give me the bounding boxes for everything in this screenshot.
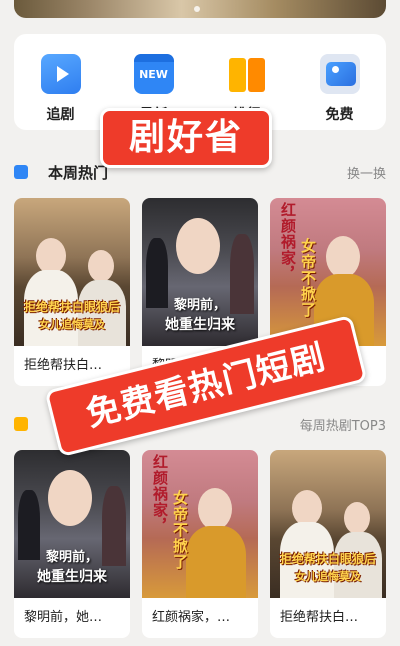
poster-title: 红颜祸家， — [279, 202, 297, 282]
drama-title: 红颜祸家，… — [152, 610, 231, 625]
ranking-icon — [227, 54, 267, 94]
poster-subtitle: 女儿追悔莫及 — [295, 570, 361, 583]
poster-title: 红颜祸家， — [151, 454, 169, 534]
drama-card[interactable]: 红颜祸家， 女帝不掀了 红颜祸家，… — [142, 450, 258, 638]
quick-link-follow[interactable]: 追剧 — [14, 34, 107, 130]
poster-subtitle: 她重生归来 — [37, 569, 107, 585]
top3-link[interactable]: 每周热剧TOP3 — [300, 415, 386, 434]
drama-card[interactable]: 拒绝帮扶白眼狼后 女儿追悔莫及 拒绝帮扶白… — [270, 450, 386, 638]
drama-title: 拒绝帮扶白… — [280, 610, 359, 625]
hero-carousel[interactable] — [14, 0, 386, 18]
new-badge-icon: NEW — [133, 54, 174, 94]
drama-poster: 黎明前， 她重生归来 — [142, 198, 258, 346]
play-icon — [40, 54, 81, 94]
refresh-link[interactable]: 换一换 — [347, 163, 386, 182]
drama-title: 黎明前，她… — [24, 610, 103, 625]
poster-title: 黎明前， — [173, 298, 226, 313]
section-icon — [14, 417, 28, 431]
new-badge-text: NEW — [139, 68, 168, 81]
gallery-icon — [319, 54, 360, 94]
drama-card[interactable]: 黎明前， 她重生归来 黎明前，她… — [14, 450, 130, 638]
promo-banner-app-name: 剧好省 — [100, 108, 272, 168]
quick-link-label: 免费 — [325, 107, 354, 123]
poster-subtitle: 她重生归来 — [165, 317, 235, 333]
poster-subtitle: 女儿追悔莫及 — [39, 318, 105, 331]
quick-link-free[interactable]: 免费 — [293, 34, 386, 130]
quick-link-label: 追剧 — [46, 107, 75, 123]
carousel-dot — [194, 6, 200, 12]
poster-title: 拒绝帮扶白眼狼后 — [279, 552, 376, 566]
section-title: 本周热门 — [48, 163, 109, 182]
poster-title: 拒绝帮扶白眼狼后 — [23, 300, 120, 314]
drama-poster: 黎明前， 她重生归来 — [14, 450, 130, 598]
drama-poster: 红颜祸家， 女帝不掀了 — [142, 450, 258, 598]
drama-poster: 拒绝帮扶白眼狼后 女儿追悔莫及 — [270, 450, 386, 598]
poster-subtitle: 女帝不掀了 — [171, 490, 189, 570]
drama-card[interactable]: 拒绝帮扶白眼狼后 女儿追悔莫及 拒绝帮扶白… — [14, 198, 130, 386]
section-icon — [14, 165, 28, 179]
poster-subtitle: 女帝不掀了 — [299, 238, 317, 318]
drama-row-top3: 黎明前， 她重生归来 黎明前，她… 红颜祸家， 女帝不掀了 红颜祸家，… 拒绝帮… — [14, 450, 386, 638]
poster-title: 黎明前， — [45, 550, 98, 565]
drama-poster: 拒绝帮扶白眼狼后 女儿追悔莫及 — [14, 198, 130, 346]
